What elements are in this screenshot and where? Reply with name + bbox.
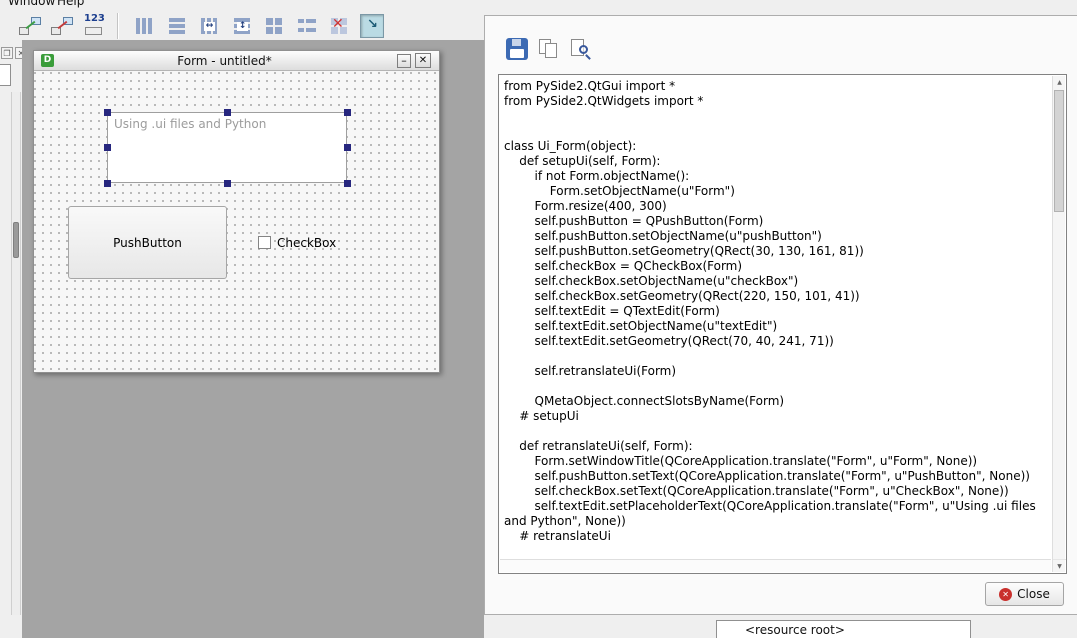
resource-browser-fragment: <resource root> [716, 620, 971, 638]
edit-buddies-icon[interactable] [50, 14, 74, 38]
save-icon[interactable] [506, 38, 528, 60]
selection-handle-mid-right[interactable] [344, 144, 351, 151]
layout-horizontal-splitter-icon[interactable]: ↔ [197, 14, 221, 38]
form-window-title: Form - untitled* [58, 54, 391, 68]
scrollbar-thumb[interactable] [1054, 90, 1064, 212]
pushbutton-widget[interactable]: PushButton [68, 206, 227, 279]
break-layout-icon[interactable]: ✕ [327, 14, 351, 38]
menu-window[interactable]: Window [8, 0, 55, 8]
magnifier-icon [579, 45, 588, 54]
signal-arrow-shape [26, 21, 36, 29]
close-circle-icon: ✕ [999, 588, 1012, 601]
floppy-shutter-shape [512, 39, 521, 46]
textedit-widget[interactable]: Using .ui files and Python [107, 112, 347, 183]
close-button[interactable]: ✕ [415, 53, 431, 68]
layout-vertically-icon[interactable] [165, 14, 189, 38]
minimize-button[interactable]: – [397, 54, 411, 68]
toolbar-separator [117, 13, 119, 39]
floppy-label-shape [510, 49, 524, 58]
checkbox-label: CheckBox [277, 236, 336, 250]
checkbox-box [258, 236, 271, 249]
menu-help[interactable]: Help [57, 0, 84, 8]
edit-tab-order-icon[interactable]: 123 [82, 14, 106, 38]
scroll-up-icon[interactable]: ▲ [1053, 76, 1066, 89]
layout-form-icon[interactable] [295, 14, 319, 38]
qt-designer-screen: Window Help ➤ 123 ↔ ↕ ✕ [0, 0, 1077, 638]
horizontal-scrollbar[interactable] [500, 559, 1051, 572]
resource-root-item[interactable]: <resource root> [745, 623, 845, 637]
layout-horizontally-icon[interactable] [132, 14, 156, 38]
dock-float-button[interactable]: ❐ [1, 47, 13, 59]
v-split-arrow-icon: ↕ [237, 22, 248, 31]
hbars-shape [136, 18, 152, 34]
dock-float-icon: ❐ [3, 49, 10, 58]
code-preview-dialog: from PySide2.QtGui import * from PySide2… [484, 15, 1077, 615]
buddy-arrow-shape [58, 21, 68, 29]
generated-python-code[interactable]: from PySide2.QtGui import * from PySide2… [500, 76, 1051, 558]
copy-icon[interactable] [538, 38, 560, 60]
page-shape [545, 43, 557, 58]
designer-window-icon: D [41, 54, 54, 67]
scroll-down-icon[interactable]: ▼ [1053, 559, 1066, 572]
form-left-col-shape [298, 19, 304, 23]
menubar: Window Help [0, 0, 480, 8]
red-x-icon: ✕ [332, 16, 344, 32]
h-split-arrow-icon: ↔ [204, 22, 215, 31]
textedit-placeholder: Using .ui files and Python [108, 113, 346, 135]
selection-handle-bottom-right[interactable] [344, 180, 351, 187]
code-view[interactable]: from PySide2.QtGui import * from PySide2… [498, 74, 1067, 574]
close-button-label: Close [1017, 587, 1050, 601]
find-icon[interactable] [570, 38, 592, 60]
designer-form-window[interactable]: D Form - untitled* – ✕ Using .ui files a… [33, 50, 440, 373]
selection-handle-bottom-mid[interactable] [224, 180, 231, 187]
close-dialog-button[interactable]: ✕ Close [985, 582, 1064, 606]
form-window-titlebar[interactable]: D Form - untitled* – ✕ [34, 51, 439, 71]
resize-arrow-icon: ↘ [367, 17, 378, 32]
magnifier-handle-shape [585, 54, 591, 60]
selection-handle-bottom-left[interactable] [104, 180, 111, 187]
edit-signals-slots-icon[interactable] [18, 14, 42, 38]
form-right-col-shape [306, 19, 316, 23]
widgetbox-scrollbar[interactable] [11, 92, 21, 615]
selection-handle-top-mid[interactable] [224, 109, 231, 116]
adjust-size-icon[interactable]: ↘ [360, 14, 384, 38]
layout-vertical-splitter-icon[interactable]: ↕ [230, 14, 254, 38]
selection-handle-top-left[interactable] [104, 109, 111, 116]
edit-widgets-icon[interactable]: ➤ [0, 14, 14, 38]
widgetbox-scrollbar-thumb[interactable] [13, 222, 19, 258]
vertical-scrollbar[interactable]: ▲ ▼ [1052, 76, 1065, 572]
selection-handle-top-right[interactable] [344, 109, 351, 116]
selection-handle-mid-left[interactable] [104, 144, 111, 151]
tab-order-123-label: 123 [84, 13, 105, 24]
widgetbox-filter-fragment[interactable] [0, 64, 11, 86]
widget-shape [85, 27, 102, 35]
vbars-shape [169, 18, 185, 34]
pushbutton-label: PushButton [69, 236, 226, 250]
layout-grid-icon[interactable] [262, 14, 286, 38]
grid-shape [266, 18, 273, 25]
